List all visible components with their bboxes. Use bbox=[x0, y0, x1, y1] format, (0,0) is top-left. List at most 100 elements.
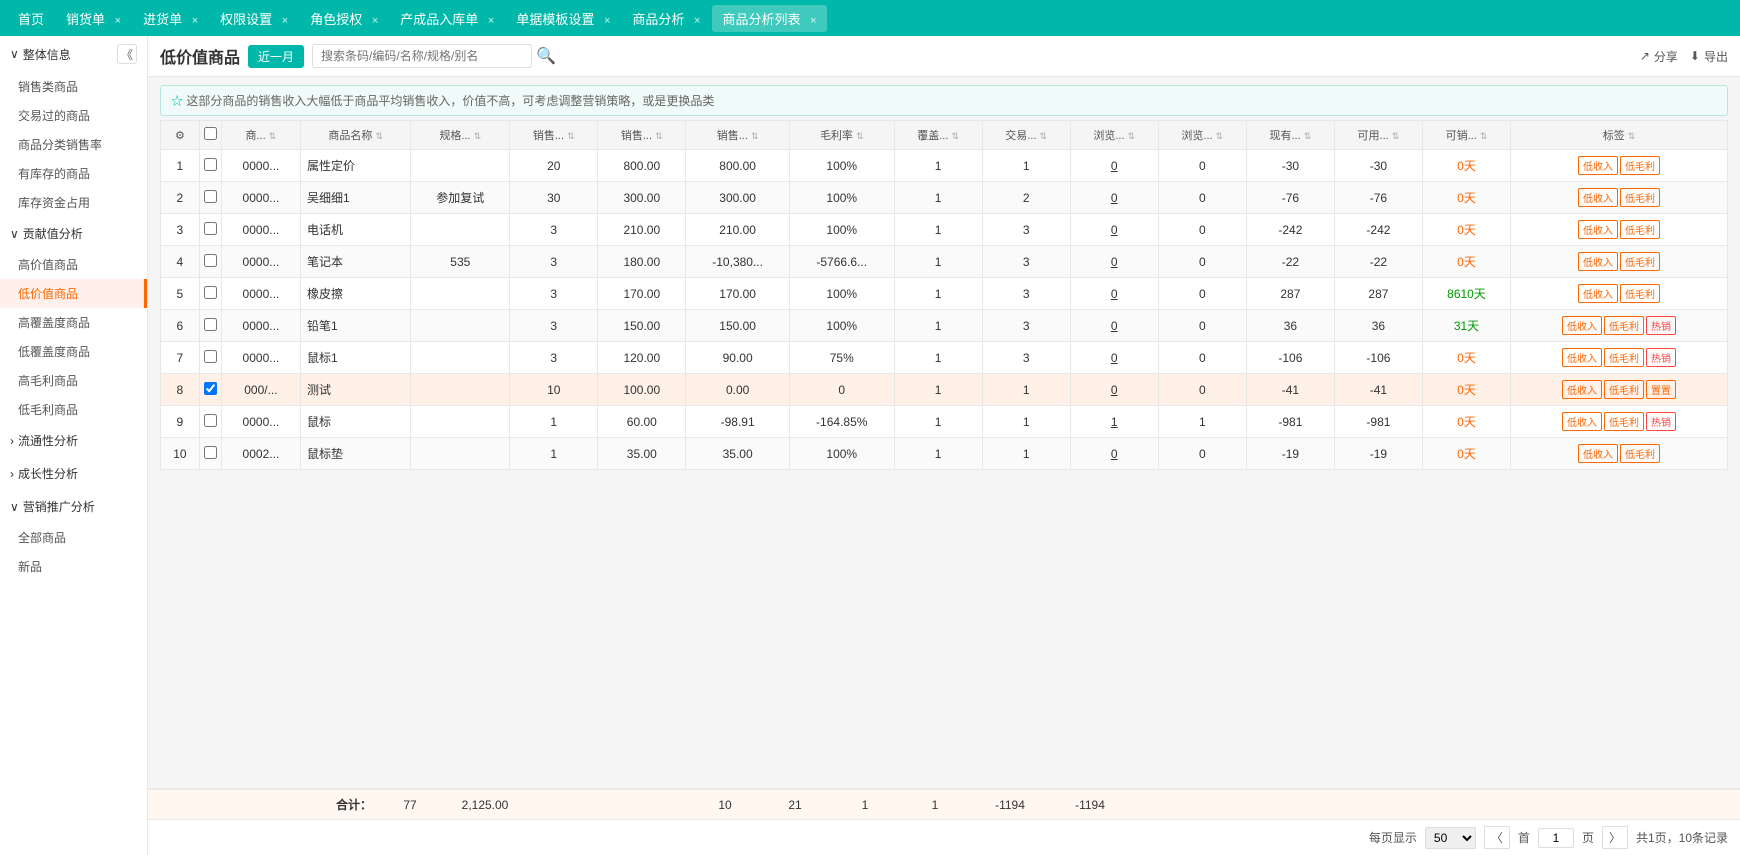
sidebar-item-high-value[interactable]: 高价值商品 bbox=[0, 250, 147, 279]
topnav-item-product[interactable]: 产成品入库单 × bbox=[390, 5, 504, 32]
close-icon[interactable]: × bbox=[115, 15, 121, 27]
sidebar-item-new-products[interactable]: 新品 bbox=[0, 552, 147, 581]
select-all-checkbox[interactable] bbox=[204, 127, 217, 140]
topnav-item-home[interactable]: 首页 bbox=[8, 5, 54, 32]
row-checkbox[interactable] bbox=[204, 286, 217, 299]
cell-checkbox[interactable] bbox=[199, 278, 221, 310]
sidebar-item-high-margin[interactable]: 高毛利商品 bbox=[0, 366, 147, 395]
search-input[interactable] bbox=[312, 44, 532, 68]
sidebar-item-low-coverage[interactable]: 低覆盖度商品 bbox=[0, 337, 147, 366]
cell-view1[interactable]: 0 bbox=[1070, 342, 1158, 374]
close-icon[interactable]: × bbox=[694, 15, 700, 27]
th-code[interactable]: 商... ⇅ bbox=[221, 121, 300, 150]
close-icon[interactable]: × bbox=[810, 15, 816, 27]
cell-checkbox[interactable] bbox=[199, 342, 221, 374]
th-view2[interactable]: 浏览... ⇅ bbox=[1158, 121, 1246, 150]
row-checkbox[interactable] bbox=[204, 254, 217, 267]
cell-view1[interactable]: 0 bbox=[1070, 374, 1158, 406]
cell-view1[interactable]: 0 bbox=[1070, 438, 1158, 470]
close-icon[interactable]: × bbox=[372, 15, 378, 27]
cell-checkbox[interactable] bbox=[199, 214, 221, 246]
view1-link[interactable]: 0 bbox=[1111, 223, 1118, 237]
cell-view1[interactable]: 0 bbox=[1070, 182, 1158, 214]
th-tags[interactable]: 标签 ⇅ bbox=[1511, 121, 1728, 150]
sidebar-section-contribution[interactable]: ∨ 贡献值分析 bbox=[0, 217, 147, 250]
row-checkbox[interactable] bbox=[204, 350, 217, 363]
sidebar-section-circulation[interactable]: › 流通性分析 bbox=[0, 424, 147, 457]
cell-checkbox[interactable] bbox=[199, 438, 221, 470]
data-table-container[interactable]: ⚙ 商... ⇅ 商品名称 ⇅ 规格... ⇅ 销售... ⇅ 销售... ⇅ … bbox=[148, 120, 1740, 788]
topnav-item-permission[interactable]: 权限设置 × bbox=[210, 5, 298, 32]
sidebar-section-marketing[interactable]: ∨ 营销推广分析 bbox=[0, 490, 147, 523]
view1-link[interactable]: 0 bbox=[1111, 319, 1118, 333]
cell-checkbox[interactable] bbox=[199, 374, 221, 406]
cell-checkbox[interactable] bbox=[199, 150, 221, 182]
cell-view1[interactable]: 0 bbox=[1070, 150, 1158, 182]
row-checkbox[interactable] bbox=[204, 414, 217, 427]
cell-view1[interactable]: 0 bbox=[1070, 310, 1158, 342]
th-margin[interactable]: 毛利率 ⇅ bbox=[789, 121, 894, 150]
cell-checkbox[interactable] bbox=[199, 406, 221, 438]
view1-link[interactable]: 0 bbox=[1111, 191, 1118, 205]
row-checkbox[interactable] bbox=[204, 318, 217, 331]
topnav-item-analysis-list[interactable]: 商品分析列表 × bbox=[712, 5, 826, 32]
cell-checkbox[interactable] bbox=[199, 182, 221, 214]
sidebar-section-overall[interactable]: ∨ 整体信息 《 bbox=[0, 36, 147, 72]
sidebar-section-growth[interactable]: › 成长性分析 bbox=[0, 457, 147, 490]
row-checkbox[interactable] bbox=[204, 190, 217, 203]
sidebar-item-inventory-capital[interactable]: 库存资金占用 bbox=[0, 188, 147, 217]
sidebar-item-high-coverage[interactable]: 高覆盖度商品 bbox=[0, 308, 147, 337]
th-coverage[interactable]: 覆盖... ⇅ bbox=[894, 121, 982, 150]
th-settings[interactable]: ⚙ bbox=[161, 121, 200, 150]
sidebar-item-low-margin[interactable]: 低毛利商品 bbox=[0, 395, 147, 424]
page-number-input[interactable] bbox=[1538, 828, 1574, 848]
row-checkbox[interactable] bbox=[204, 158, 217, 171]
page-first-button[interactable]: 〈 bbox=[1484, 826, 1510, 849]
topnav-item-analysis[interactable]: 商品分析 × bbox=[622, 5, 710, 32]
cell-view1[interactable]: 0 bbox=[1070, 214, 1158, 246]
close-icon[interactable]: × bbox=[604, 15, 610, 27]
sidebar-item-category-sales-rate[interactable]: 商品分类销售率 bbox=[0, 130, 147, 159]
sidebar-item-sales-products[interactable]: 销售类商品 bbox=[0, 72, 147, 101]
view1-link[interactable]: 0 bbox=[1111, 159, 1118, 173]
topnav-item-role[interactable]: 角色授权 × bbox=[300, 5, 388, 32]
close-icon[interactable]: × bbox=[488, 15, 494, 27]
page-next-button[interactable]: 〉 bbox=[1602, 826, 1628, 849]
page-size-select[interactable]: 50 100 200 bbox=[1425, 827, 1476, 849]
th-spec[interactable]: 规格... ⇅ bbox=[411, 121, 510, 150]
th-available-stock[interactable]: 可用... ⇅ bbox=[1334, 121, 1422, 150]
th-sale-price[interactable]: 销售... ⇅ bbox=[686, 121, 790, 150]
th-sale-qty[interactable]: 销售... ⇅ bbox=[510, 121, 598, 150]
cell-checkbox[interactable] bbox=[199, 246, 221, 278]
sidebar-collapse-btn[interactable]: 《 bbox=[117, 44, 137, 64]
topnav-item-purchase[interactable]: 进货单 × bbox=[133, 5, 208, 32]
view1-link[interactable]: 1 bbox=[1111, 415, 1118, 429]
sidebar-item-all-products[interactable]: 全部商品 bbox=[0, 523, 147, 552]
topnav-item-sales[interactable]: 销货单 × bbox=[56, 5, 131, 32]
time-filter-button[interactable]: 近一月 bbox=[248, 45, 304, 68]
cell-checkbox[interactable] bbox=[199, 310, 221, 342]
share-button[interactable]: ↗ 分享 bbox=[1640, 48, 1678, 65]
row-checkbox[interactable] bbox=[204, 222, 217, 235]
sidebar-item-stocked-products[interactable]: 有库存的商品 bbox=[0, 159, 147, 188]
th-sale-amount[interactable]: 销售... ⇅ bbox=[598, 121, 686, 150]
th-sellable-days[interactable]: 可销... ⇅ bbox=[1422, 121, 1510, 150]
export-button[interactable]: ⬇ 导出 bbox=[1690, 48, 1728, 65]
close-icon[interactable]: × bbox=[192, 15, 198, 27]
search-icon[interactable]: 🔍 bbox=[536, 46, 556, 66]
th-current-stock[interactable]: 现有... ⇅ bbox=[1246, 121, 1334, 150]
cell-view1[interactable]: 0 bbox=[1070, 278, 1158, 310]
view1-link[interactable]: 0 bbox=[1111, 447, 1118, 461]
view1-link[interactable]: 0 bbox=[1111, 383, 1118, 397]
th-view1[interactable]: 浏览... ⇅ bbox=[1070, 121, 1158, 150]
th-name[interactable]: 商品名称 ⇅ bbox=[301, 121, 411, 150]
th-trade[interactable]: 交易... ⇅ bbox=[982, 121, 1070, 150]
cell-view1[interactable]: 0 bbox=[1070, 246, 1158, 278]
view1-link[interactable]: 0 bbox=[1111, 255, 1118, 269]
row-checkbox[interactable] bbox=[204, 446, 217, 459]
sidebar-item-traded-products[interactable]: 交易过的商品 bbox=[0, 101, 147, 130]
cell-view1[interactable]: 1 bbox=[1070, 406, 1158, 438]
sidebar-item-low-value[interactable]: 低价值商品 bbox=[0, 279, 147, 308]
view1-link[interactable]: 0 bbox=[1111, 351, 1118, 365]
th-checkbox[interactable] bbox=[199, 121, 221, 150]
